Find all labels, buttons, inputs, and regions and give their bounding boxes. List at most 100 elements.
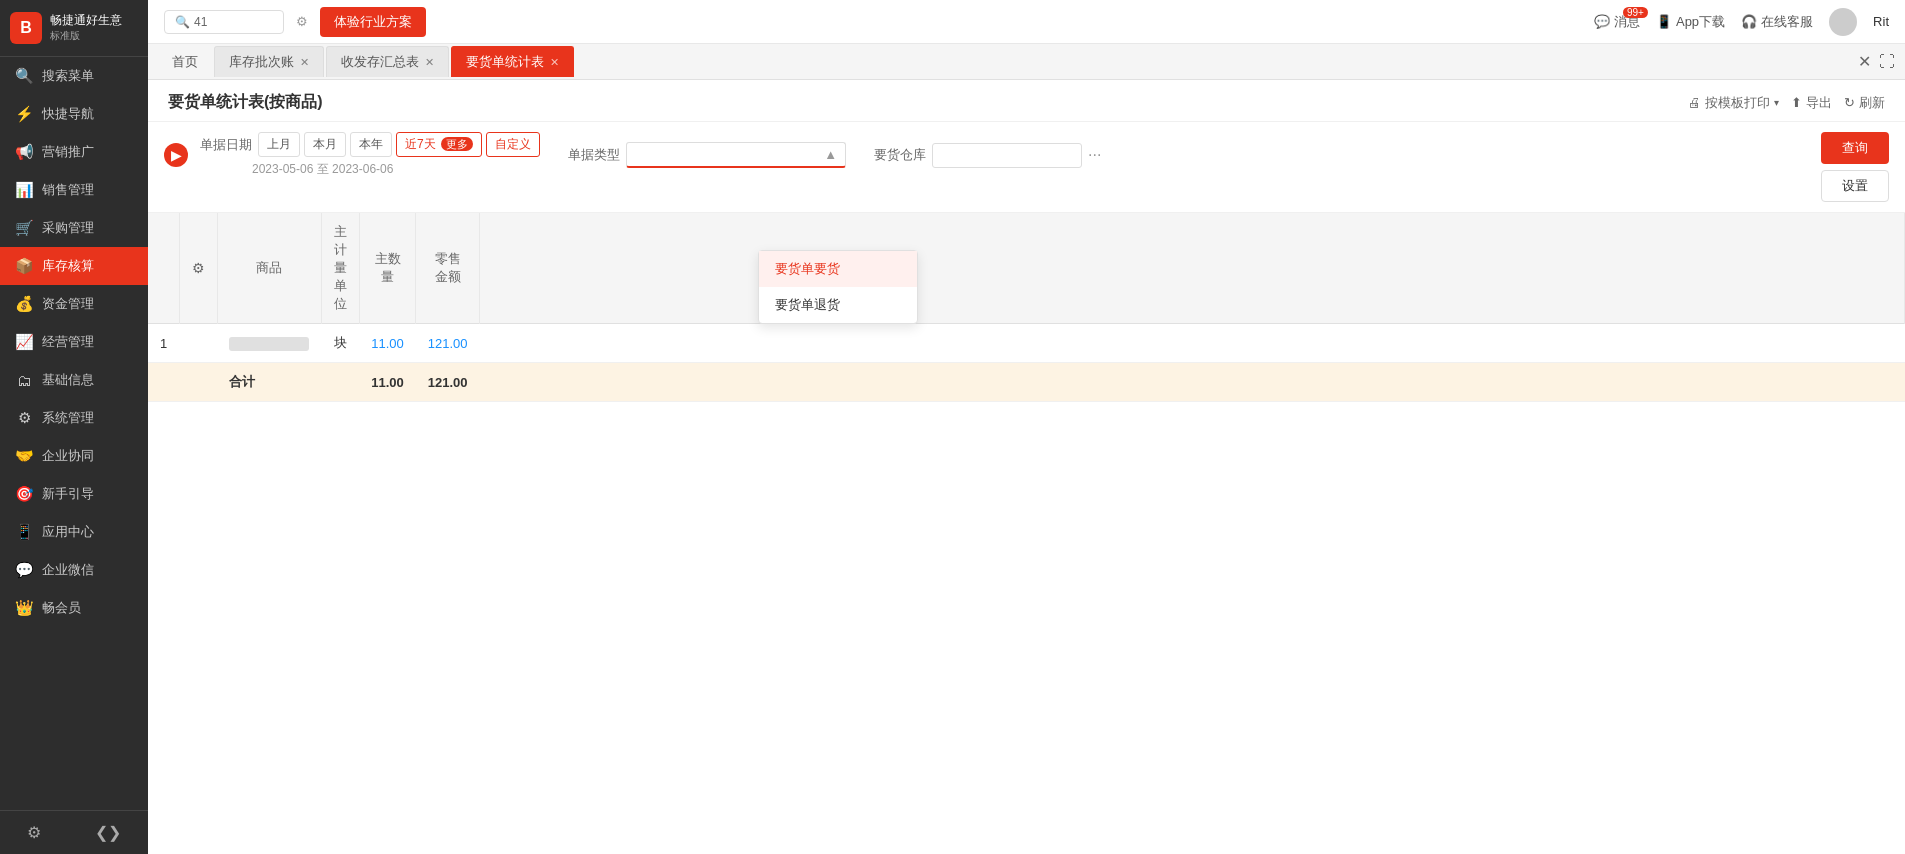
custom-date-btn[interactable]: 自定义 — [486, 132, 540, 157]
topbar: 🔍 41 ⚙ 体验行业方案 💬 消息 99+ 📱 App下载 🎧 在线客服 Ri… — [148, 0, 1905, 44]
prev-month-btn[interactable]: 上月 — [258, 132, 300, 157]
sidebar-nav: 🔍 搜索菜单 ⚡ 快捷导航 📢 营销推广 📊 销售管理 🛒 采购管理 📦 库存核… — [0, 57, 148, 810]
summary-qty: 11.00 — [359, 363, 416, 402]
recent7-btn[interactable]: 近7天 更多 — [396, 132, 482, 157]
app-logo-icon: B — [10, 12, 42, 44]
col-qty: 主数量 — [359, 213, 416, 324]
dropdown-item-return[interactable]: 要货单退货 — [759, 287, 917, 323]
tabbar-controls: ✕ ⛶ — [1858, 52, 1895, 71]
search-box[interactable]: 🔍 41 — [164, 10, 284, 34]
sidebar-item-system[interactable]: ⚙ 系统管理 — [0, 399, 148, 437]
col-settings-icon[interactable]: ⚙ — [192, 260, 205, 276]
product-name-placeholder — [229, 337, 309, 351]
sidebar-item-wechat[interactable]: 💬 企业微信 — [0, 551, 148, 589]
cell-product — [217, 324, 321, 363]
sidebar-item-inventory[interactable]: 📦 库存核算 — [0, 247, 148, 285]
cell-unit: 块 — [321, 324, 359, 363]
expand-icon[interactable]: ⛶ — [1879, 53, 1895, 71]
tabbar: 首页 库存批次账 ✕ 收发存汇总表 ✕ 要货单统计表 ✕ ✕ ⛶ — [148, 44, 1905, 80]
type-filter-group: 单据类型 ▲ — [568, 142, 846, 168]
cart-icon: 🛒 — [14, 219, 34, 237]
box-icon: 📦 — [14, 257, 34, 275]
notification-item[interactable]: 💬 消息 99+ — [1594, 13, 1640, 31]
tab-home[interactable]: 首页 — [158, 47, 212, 77]
page-title: 要货单统计表(按商品) — [168, 92, 323, 113]
col-product: 商品 — [217, 213, 321, 324]
current-month-btn[interactable]: 本月 — [304, 132, 346, 157]
dropdown-item-order[interactable]: 要货单要货 — [759, 251, 917, 287]
col-extra — [480, 213, 1905, 324]
warehouse-select[interactable] — [932, 143, 1082, 168]
tab-shipment-summary[interactable]: 收发存汇总表 ✕ — [326, 46, 449, 77]
sidebar-item-quick-nav[interactable]: ⚡ 快捷导航 — [0, 95, 148, 133]
current-year-btn[interactable]: 本年 — [350, 132, 392, 157]
chart-icon: 📊 — [14, 181, 34, 199]
industry-btn[interactable]: 体验行业方案 — [320, 7, 426, 37]
close-icon[interactable]: ✕ — [425, 56, 434, 69]
settings-bottom-icon[interactable]: ⚙ — [19, 819, 49, 846]
retail-link[interactable]: 121.00 — [428, 336, 468, 351]
refresh-icon: ↻ — [1844, 95, 1855, 110]
sidebar-item-appstore[interactable]: 📱 应用中心 — [0, 513, 148, 551]
phone-icon: 📱 — [14, 523, 34, 541]
folder-icon: 🗂 — [14, 372, 34, 389]
phone-icon: 📱 — [1656, 14, 1672, 29]
summary-row: 合计 11.00 121.00 — [148, 363, 1905, 402]
chevron-up-icon: ▲ — [824, 147, 837, 162]
close-icon[interactable]: ✕ — [300, 56, 309, 69]
page-area: 要货单统计表(按商品) 🖨 按模板打印 ▾ ⬆ 导出 ↻ 刷新 — [148, 80, 1905, 854]
close-window-icon[interactable]: ✕ — [1858, 52, 1871, 71]
cell-qty: 11.00 — [359, 324, 416, 363]
bell-icon: 💬 — [1594, 14, 1610, 29]
collapse-icon[interactable]: ❮❯ — [87, 819, 129, 846]
sidebar-item-basic[interactable]: 🗂 基础信息 — [0, 361, 148, 399]
close-icon[interactable]: ✕ — [550, 56, 559, 69]
topbar-right: 💬 消息 99+ 📱 App下载 🎧 在线客服 Rit — [1594, 8, 1889, 36]
settings-button[interactable]: 设置 — [1821, 170, 1889, 202]
sidebar-item-operations[interactable]: 📈 经营管理 — [0, 323, 148, 361]
export-action[interactable]: ⬆ 导出 — [1791, 94, 1832, 112]
page-header: 要货单统计表(按商品) 🖨 按模板打印 ▾ ⬆ 导出 ↻ 刷新 — [148, 80, 1905, 122]
handshake-icon: 🤝 — [14, 447, 34, 465]
tab-inventory-batch[interactable]: 库存批次账 ✕ — [214, 46, 324, 77]
sidebar-item-search[interactable]: 🔍 搜索菜单 — [0, 57, 148, 95]
summary-retail: 121.00 — [416, 363, 480, 402]
filter-right-buttons: 查询 设置 — [1821, 132, 1889, 202]
sidebar-item-sales[interactable]: 📊 销售管理 — [0, 171, 148, 209]
sidebar-item-purchase[interactable]: 🛒 采购管理 — [0, 209, 148, 247]
refresh-action[interactable]: ↻ 刷新 — [1844, 94, 1885, 112]
user-avatar[interactable] — [1829, 8, 1857, 36]
chevron-down-icon: ▾ — [1774, 97, 1779, 108]
type-select-value — [635, 147, 639, 162]
sidebar-bottom: ⚙ ❮❯ — [0, 810, 148, 854]
warehouse-filter-group: 要货仓库 ··· — [874, 143, 1101, 168]
cell-extra — [480, 324, 1905, 363]
filter-expand-btn[interactable]: ▶ — [164, 143, 188, 167]
flash-icon: ⚡ — [14, 105, 34, 123]
app-download-item[interactable]: 📱 App下载 — [1656, 13, 1725, 31]
search-icon: 🔍 — [175, 15, 190, 29]
date-buttons: 上月 本月 本年 近7天 更多 自定义 — [258, 132, 540, 157]
sidebar-item-enterprise[interactable]: 🤝 企业协同 — [0, 437, 148, 475]
table-area: ⚙ 商品 主计量单位 主数量 零售金额 1 — [148, 213, 1905, 402]
query-button[interactable]: 查询 — [1821, 132, 1889, 164]
tab-order-stats[interactable]: 要货单统计表 ✕ — [451, 46, 574, 77]
money-icon: 💰 — [14, 295, 34, 313]
cell-settings — [179, 324, 217, 363]
online-service-item[interactable]: 🎧 在线客服 — [1741, 13, 1813, 31]
sidebar-item-marketing[interactable]: 📢 营销推广 — [0, 133, 148, 171]
crown-icon: 👑 — [14, 599, 34, 617]
col-settings[interactable]: ⚙ — [179, 213, 217, 324]
print-template-action[interactable]: 🖨 按模板打印 ▾ — [1688, 94, 1779, 112]
date-range-text: 2023-05-06 至 2023-06-06 — [252, 161, 540, 178]
sidebar-item-finance[interactable]: 💰 资金管理 — [0, 285, 148, 323]
settings-icon-top[interactable]: ⚙ — [296, 14, 308, 29]
sidebar-item-guide[interactable]: 🎯 新手引导 — [0, 475, 148, 513]
col-index — [148, 213, 179, 324]
topbar-left: 🔍 41 ⚙ 体验行业方案 — [164, 7, 426, 37]
more-icon[interactable]: ··· — [1088, 146, 1101, 164]
sidebar-item-member[interactable]: 👑 畅会员 — [0, 589, 148, 627]
type-select[interactable]: ▲ — [626, 142, 846, 168]
date-filter-group: 单据日期 上月 本月 本年 近7天 更多 自定义 2023-05-06 — [200, 132, 540, 178]
qty-link[interactable]: 11.00 — [371, 336, 404, 351]
